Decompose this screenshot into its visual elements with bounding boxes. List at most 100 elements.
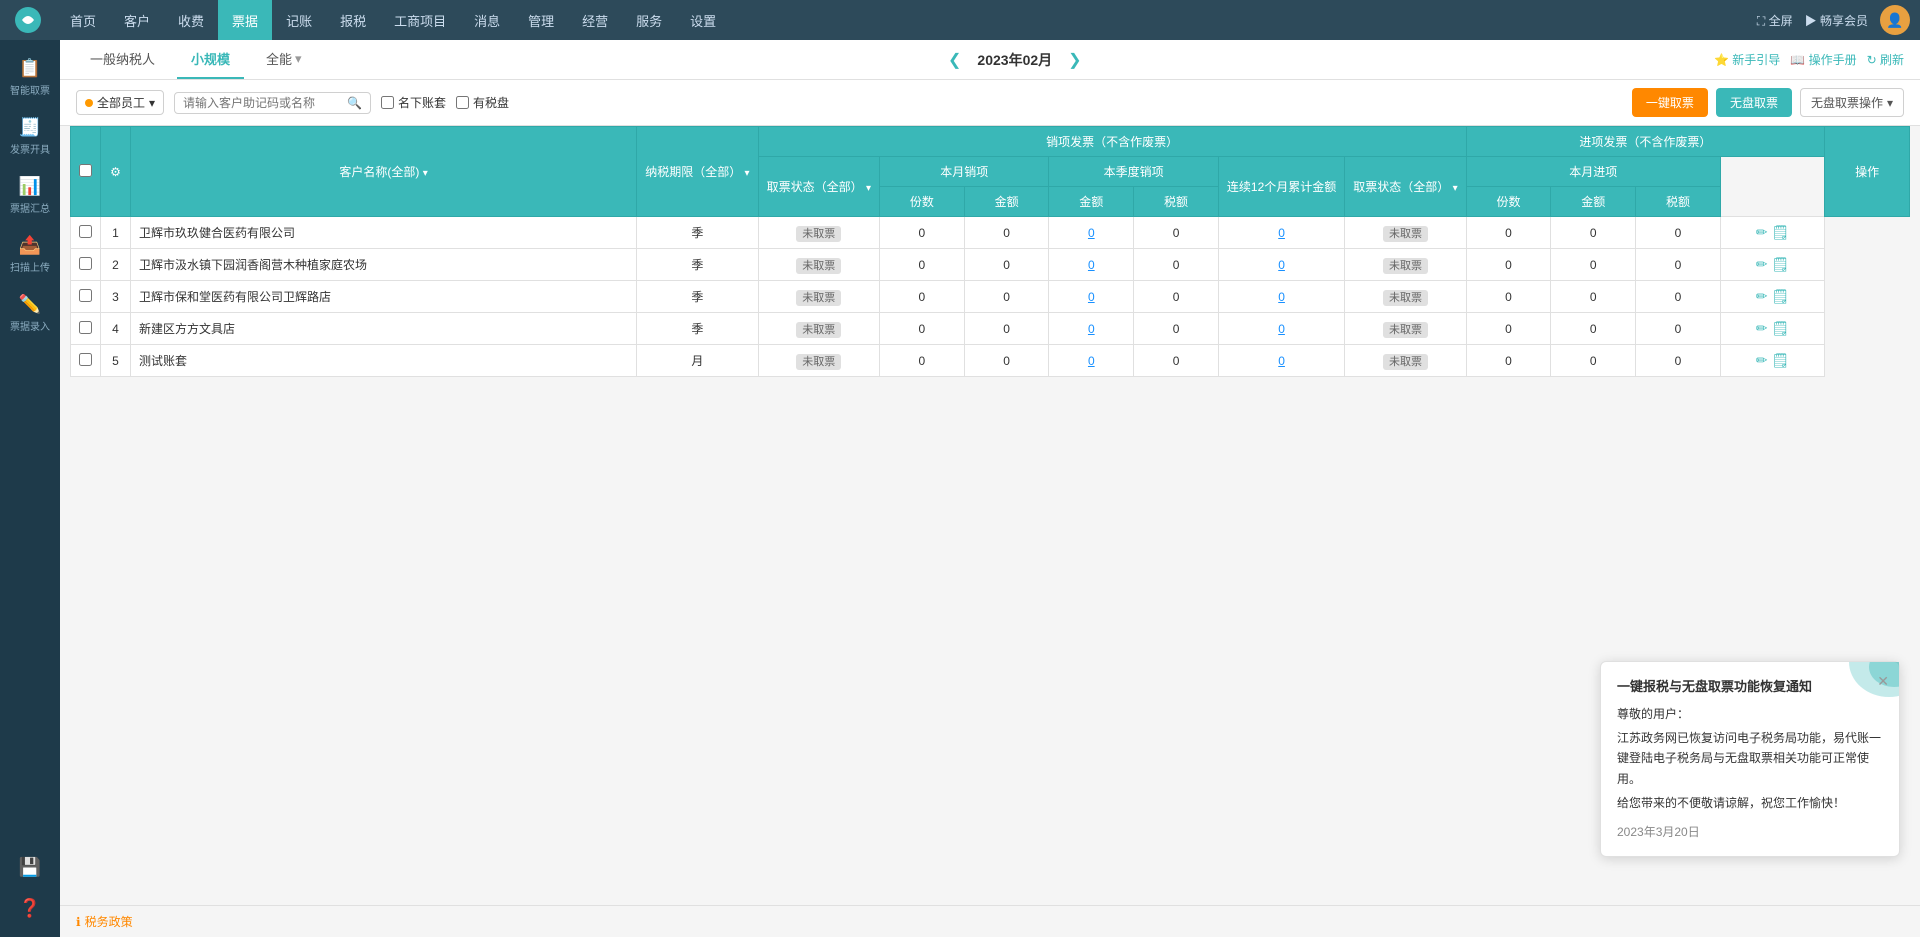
nav-service[interactable]: 服务 [622,0,676,40]
row-sales-accumulated-3: 0 [1218,313,1344,345]
manual-btn[interactable]: 📖 操作手册 [1790,51,1856,68]
refresh-btn[interactable]: ↻ 刷新 [1867,51,1904,68]
row-view-btn-1[interactable]: 🗒 [1772,256,1790,273]
row-sales-monthly-count-1: 0 [879,249,964,281]
nav-right: ⛶ 全屏 ▶ 畅享会员 👤 [1757,5,1910,35]
notification-content: 江苏政务网已恢复访问电子税务局功能，易代账一键登陆电子税务局与无盘取票相关功能可… [1617,728,1883,789]
nav-home[interactable]: 首页 [56,0,110,40]
nav-billing[interactable]: 收费 [164,0,218,40]
row-sales-quarterly-tax-4: 0 [1134,345,1219,377]
user-avatar[interactable]: 👤 [1880,5,1910,35]
my-account-checkbox[interactable] [381,96,394,109]
scan-upload-icon: 📤 [19,235,41,256]
tab-general-taxpayer[interactable]: 一般纳税人 [76,41,169,79]
row-sales-fetch-status-2: 未取票 [758,281,879,313]
tab-all-dropdown-icon[interactable]: ▾ [295,51,302,67]
row-in-monthly-amount-4: 0 [1551,345,1636,377]
sidebar-help[interactable]: ❓ [2,890,58,927]
has-tax-disk-checkbox[interactable] [456,96,469,109]
notification-apology: 给您带来的不便敬请谅解，祝您工作愉快！ [1617,793,1883,813]
invoice-summary-icon: 📊 [19,176,41,197]
tab-all[interactable]: 全能 ▾ [252,41,316,79]
search-input[interactable] [183,96,343,110]
nav-message[interactable]: 消息 [460,0,514,40]
in-fetch-filter-icon[interactable]: ▾ [1453,183,1458,194]
row-in-monthly-amount-1: 0 [1551,249,1636,281]
row-checkbox-2[interactable] [71,281,101,313]
nav-manage[interactable]: 管理 [514,0,568,40]
nav-accounting[interactable]: 记账 [272,0,326,40]
popup-deco [1839,662,1899,712]
fullscreen-btn[interactable]: ⛶ 全屏 [1757,12,1793,29]
sidebar-item-invoice-issue[interactable]: 🧾 发票开具 [2,109,58,164]
row-view-btn-2[interactable]: 🗒 [1772,288,1790,305]
table-row: 3 卫辉市保和堂医药有限公司卫辉路店 季 未取票 0 0 0 0 0 未取票 0… [71,281,1910,313]
one-key-fetch-btn[interactable]: 一键取票 [1632,88,1708,117]
row-edit-btn-1[interactable]: ✏ [1756,256,1768,273]
notification-close-btn[interactable]: ✕ [1877,670,1889,694]
next-month-btn[interactable]: ❯ [1062,48,1087,72]
nav-tax[interactable]: 报税 [326,0,380,40]
nav-settings[interactable]: 设置 [676,0,730,40]
sidebar-item-scan-upload[interactable]: 📤 扫描上传 [2,227,58,282]
row-checkbox-0[interactable] [71,217,101,249]
col-sales-monthly: 本月销项 [879,157,1048,187]
col-in-monthly-tax: 税额 [1636,187,1721,217]
nav-operation[interactable]: 经营 [568,0,622,40]
dot-icon [85,99,93,107]
row-in-monthly-tax-2: 0 [1636,281,1721,313]
row-checkbox-1[interactable] [71,249,101,281]
row-tax-period-2: 季 [637,281,758,313]
col-sales-group: 销项发票（不含作废票） [758,127,1466,157]
customer-filter-icon[interactable]: ▾ [423,168,428,179]
no-disk-fetch-btn[interactable]: 无盘取票 [1716,88,1792,117]
has-tax-disk-checkbox-label[interactable]: 有税盘 [456,94,509,111]
sidebar-item-invoice-summary[interactable]: 📊 票据汇总 [2,168,58,223]
dropdown-arrow-icon: ▾ [1887,96,1893,110]
settings-icon[interactable]: ⚙ [110,165,121,179]
row-view-btn-0[interactable]: 🗒 [1772,224,1790,241]
nav-items: 首页 客户 收费 票据 记账 报税 工商项目 消息 管理 经营 服务 设置 [56,0,1757,40]
col-tax-period: 纳税期限（全部） ▾ [637,127,758,217]
nav-customer[interactable]: 客户 [110,0,164,40]
member-btn[interactable]: ▶ 畅享会员 [1805,12,1868,29]
nav-commerce[interactable]: 工商项目 [380,0,460,40]
row-edit-btn-3[interactable]: ✏ [1756,320,1768,337]
row-edit-btn-2[interactable]: ✏ [1756,288,1768,305]
tax-period-filter-icon[interactable]: ▾ [745,168,750,179]
row-in-monthly-tax-3: 0 [1636,313,1721,345]
row-num-2: 3 [101,281,131,313]
row-sales-monthly-count-4: 0 [879,345,964,377]
row-actions-1: ✏ 🗒 [1720,249,1824,281]
row-in-monthly-count-0: 0 [1466,217,1551,249]
tab-small-scale[interactable]: 小规模 [177,41,244,79]
new-guide-btn[interactable]: ⭐ 新手引导 [1714,51,1780,68]
row-in-fetch-status-1: 未取票 [1345,249,1466,281]
row-view-btn-4[interactable]: 🗒 [1772,352,1790,369]
col-sales-monthly-amount: 金额 [964,187,1049,217]
row-sales-fetch-status-0: 未取票 [758,217,879,249]
row-sales-quarterly-tax-3: 0 [1134,313,1219,345]
sales-fetch-filter-icon[interactable]: ▾ [866,183,871,194]
my-account-checkbox-label[interactable]: 名下账套 [381,94,446,111]
row-in-monthly-count-4: 0 [1466,345,1551,377]
nav-invoice[interactable]: 票据 [218,0,272,40]
search-icon[interactable]: 🔍 [347,96,362,110]
filter-bar-buttons: 一键取票 无盘取票 无盘取票操作 ▾ [1632,88,1904,117]
employee-filter[interactable]: 全部员工 ▾ [76,90,164,115]
row-checkbox-4[interactable] [71,345,101,377]
row-edit-btn-0[interactable]: ✏ [1756,224,1768,241]
row-num-1: 2 [101,249,131,281]
row-num-0: 1 [101,217,131,249]
row-sales-monthly-amount-4: 0 [964,345,1049,377]
no-disk-operation-btn[interactable]: 无盘取票操作 ▾ [1800,88,1904,117]
sidebar-item-smart-fetch[interactable]: 📋 智能取票 [2,50,58,105]
sidebar-download[interactable]: 💾 [2,849,58,886]
row-edit-btn-4[interactable]: ✏ [1756,352,1768,369]
row-view-btn-3[interactable]: 🗒 [1772,320,1790,337]
prev-month-btn[interactable]: ❮ [942,48,967,72]
row-checkbox-3[interactable] [71,313,101,345]
tax-policy-link[interactable]: 税务政策 [85,913,133,930]
select-all-checkbox[interactable] [79,164,92,177]
sidebar-item-invoice-entry[interactable]: ✏️ 票据录入 [2,286,58,341]
